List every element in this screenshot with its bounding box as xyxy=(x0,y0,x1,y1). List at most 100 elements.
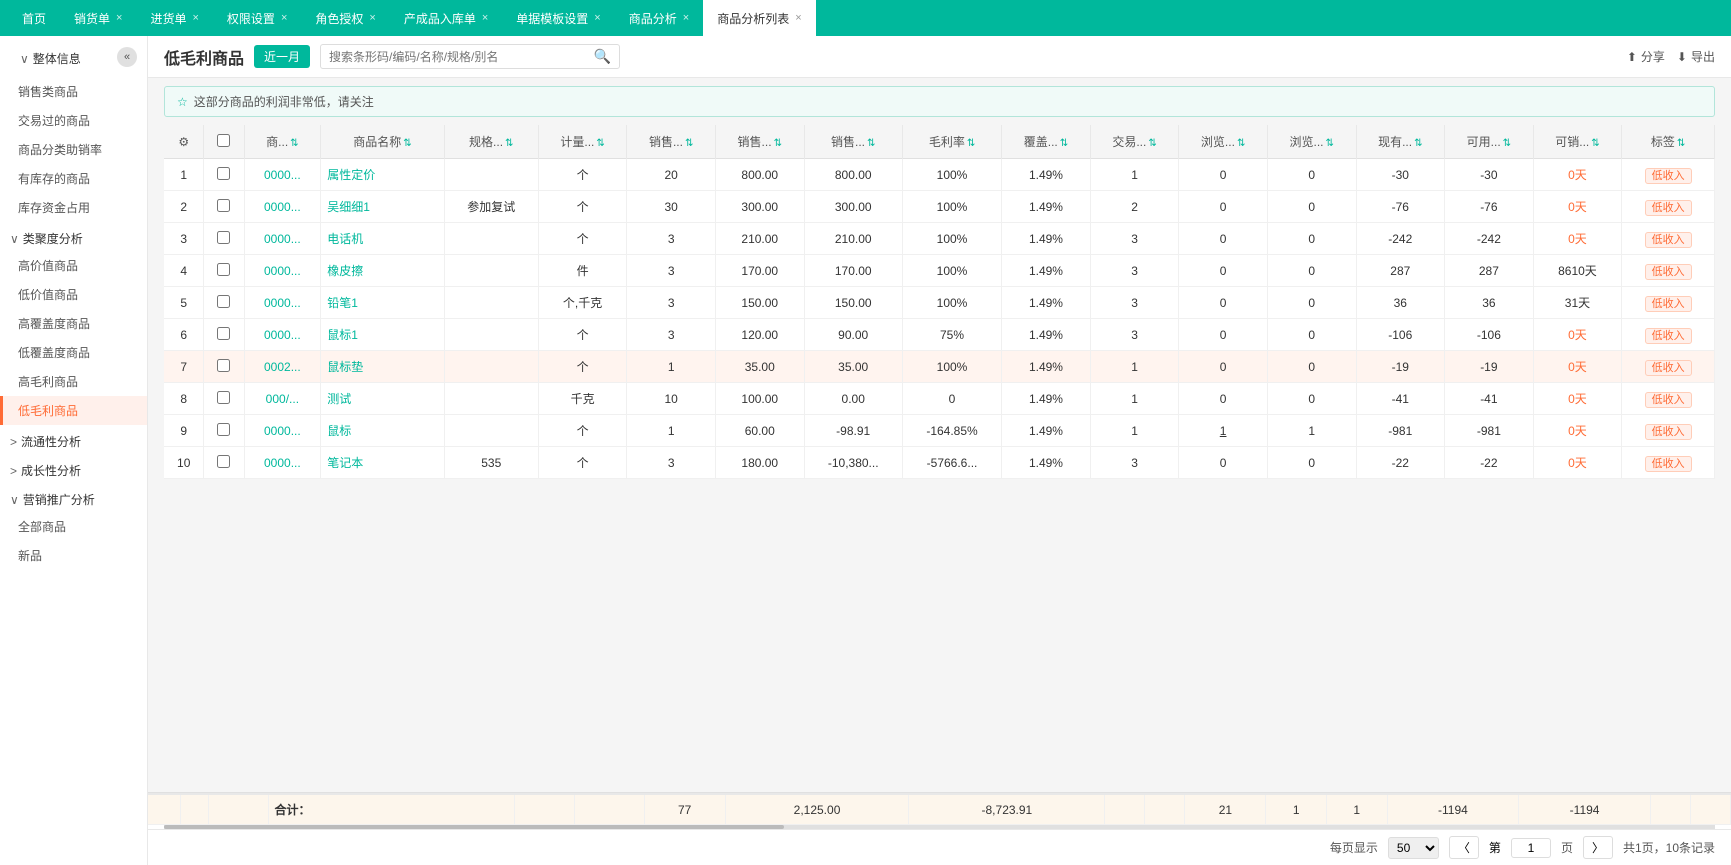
close-icon[interactable]: × xyxy=(683,12,689,24)
row-name[interactable]: 鼠标 xyxy=(321,415,444,447)
sidebar-section-overall[interactable]: ∨ 整体信息 xyxy=(10,42,117,71)
sidebar-section-marketing[interactable]: ∨ 营销推广分析 xyxy=(0,483,147,512)
sidebar-item-stocked-goods[interactable]: 有库存的商品 xyxy=(0,164,147,193)
col-code[interactable]: 商...⇅ xyxy=(244,125,321,159)
search-input[interactable] xyxy=(329,50,594,64)
nav-purchase-order[interactable]: 进货单 × xyxy=(136,0,212,36)
export-button[interactable]: ⬇ 导出 xyxy=(1677,48,1715,65)
row-select-checkbox[interactable] xyxy=(217,295,230,308)
sidebar-item-capital-occupation[interactable]: 库存资金占用 xyxy=(0,193,147,222)
row-select-checkbox[interactable] xyxy=(217,263,230,276)
row-code[interactable]: 0000... xyxy=(244,255,321,287)
col-view2[interactable]: 浏览...⇅ xyxy=(1267,125,1356,159)
col-coverage[interactable]: 覆盖...⇅ xyxy=(1002,125,1091,159)
col-available[interactable]: 可用...⇅ xyxy=(1445,125,1534,159)
row-select-checkbox[interactable] xyxy=(217,391,230,404)
nav-permission-settings[interactable]: 权限设置 × xyxy=(213,0,301,36)
row-checkbox[interactable] xyxy=(204,447,244,479)
row-checkbox[interactable] xyxy=(204,191,244,223)
row-name[interactable]: 鼠标垫 xyxy=(321,351,444,383)
select-all-checkbox[interactable] xyxy=(217,134,230,147)
sidebar-item-category-assist-rate[interactable]: 商品分类助销率 xyxy=(0,135,147,164)
sidebar-item-low-value[interactable]: 低价值商品 xyxy=(0,280,147,309)
checkbox-header[interactable] xyxy=(204,125,244,159)
row-name[interactable]: 橡皮擦 xyxy=(321,255,444,287)
close-icon[interactable]: × xyxy=(281,12,287,24)
sidebar-item-low-margin[interactable]: 低毛利商品 xyxy=(0,396,147,425)
share-button[interactable]: ⬆ 分享 xyxy=(1627,48,1665,65)
close-icon[interactable]: × xyxy=(369,12,375,24)
row-checkbox[interactable] xyxy=(204,255,244,287)
row-name[interactable]: 测试 xyxy=(321,383,444,415)
col-sellable-days[interactable]: 可销...⇅ xyxy=(1533,125,1622,159)
row-checkbox[interactable] xyxy=(204,351,244,383)
row-checkbox[interactable] xyxy=(204,287,244,319)
sidebar-collapse-button[interactable]: « xyxy=(117,47,137,67)
row-select-checkbox[interactable] xyxy=(217,167,230,180)
row-select-checkbox[interactable] xyxy=(217,423,230,436)
col-sales-qty[interactable]: 销售...⇅ xyxy=(627,125,716,159)
page-number-input[interactable] xyxy=(1511,838,1551,858)
sidebar-item-low-coverage[interactable]: 低覆盖度商品 xyxy=(0,338,147,367)
row-checkbox[interactable] xyxy=(204,383,244,415)
col-name[interactable]: 商品名称⇅ xyxy=(321,125,444,159)
row-select-checkbox[interactable] xyxy=(217,231,230,244)
sidebar-item-high-coverage[interactable]: 高覆盖度商品 xyxy=(0,309,147,338)
col-gross-margin[interactable]: 毛利率⇅ xyxy=(902,125,1001,159)
nav-sales-order[interactable]: 销货单 × xyxy=(60,0,136,36)
row-code[interactable]: 0000... xyxy=(244,319,321,351)
sidebar-section-liquidity[interactable]: > 流通性分析 xyxy=(0,425,147,454)
row-code[interactable]: 000/... xyxy=(244,383,321,415)
nav-home[interactable]: 首页 xyxy=(8,0,60,36)
col-trade-count[interactable]: 交易...⇅ xyxy=(1090,125,1179,159)
nav-product-instock[interactable]: 产成品入库单 × xyxy=(390,0,502,36)
row-checkbox[interactable] xyxy=(204,159,244,191)
col-view1[interactable]: 浏览...⇅ xyxy=(1179,125,1268,159)
page-size-select[interactable]: 50 100 200 xyxy=(1388,837,1439,859)
nav-template-settings[interactable]: 单据模板设置 × xyxy=(502,0,614,36)
col-spec[interactable]: 规格...⇅ xyxy=(444,125,538,159)
row-code[interactable]: 0000... xyxy=(244,415,321,447)
row-code[interactable]: 0000... xyxy=(244,287,321,319)
row-code[interactable]: 0000... xyxy=(244,447,321,479)
settings-header[interactable]: ⚙ xyxy=(164,125,204,159)
row-name[interactable]: 铅笔1 xyxy=(321,287,444,319)
nav-product-analysis[interactable]: 商品分析 × xyxy=(615,0,703,36)
row-view1[interactable]: 1 xyxy=(1179,415,1268,447)
row-code[interactable]: 0000... xyxy=(244,191,321,223)
row-name[interactable]: 电话机 xyxy=(321,223,444,255)
sidebar-item-all-goods[interactable]: 全部商品 xyxy=(0,512,147,541)
prev-page-button[interactable]: 〈 xyxy=(1449,836,1479,859)
row-name[interactable]: 吴细细1 xyxy=(321,191,444,223)
row-name[interactable]: 笔记本 xyxy=(321,447,444,479)
next-page-button[interactable]: 〉 xyxy=(1583,836,1613,859)
row-select-checkbox[interactable] xyxy=(217,327,230,340)
close-icon[interactable]: × xyxy=(482,12,488,24)
close-icon[interactable]: × xyxy=(594,12,600,24)
col-sales-profit[interactable]: 销售...⇅ xyxy=(804,125,902,159)
row-checkbox[interactable] xyxy=(204,223,244,255)
sidebar-item-high-value[interactable]: 高价值商品 xyxy=(0,251,147,280)
row-code[interactable]: 0002... xyxy=(244,351,321,383)
row-name[interactable]: 属性定价 xyxy=(321,159,444,191)
col-unit[interactable]: 计量...⇅ xyxy=(538,125,627,159)
close-icon[interactable]: × xyxy=(795,12,801,24)
sidebar-item-traded-goods[interactable]: 交易过的商品 xyxy=(0,106,147,135)
period-button[interactable]: 近一月 xyxy=(254,45,310,68)
sidebar-section-growth[interactable]: > 成长性分析 xyxy=(0,454,147,483)
search-icon[interactable]: 🔍 xyxy=(594,48,611,65)
close-icon[interactable]: × xyxy=(192,12,198,24)
row-code[interactable]: 0000... xyxy=(244,223,321,255)
col-tag[interactable]: 标签⇅ xyxy=(1622,125,1715,159)
row-checkbox[interactable] xyxy=(204,415,244,447)
sidebar-item-high-margin[interactable]: 高毛利商品 xyxy=(0,367,147,396)
sidebar-section-cluster[interactable]: ∨ 类聚度分析 xyxy=(0,222,147,251)
sidebar-item-new-goods[interactable]: 新品 xyxy=(0,541,147,570)
nav-product-analysis-list[interactable]: 商品分析列表 × xyxy=(703,0,815,36)
row-select-checkbox[interactable] xyxy=(217,359,230,372)
row-code[interactable]: 0000... xyxy=(244,159,321,191)
close-icon[interactable]: × xyxy=(116,12,122,24)
row-checkbox[interactable] xyxy=(204,319,244,351)
row-select-checkbox[interactable] xyxy=(217,199,230,212)
row-name[interactable]: 鼠标1 xyxy=(321,319,444,351)
